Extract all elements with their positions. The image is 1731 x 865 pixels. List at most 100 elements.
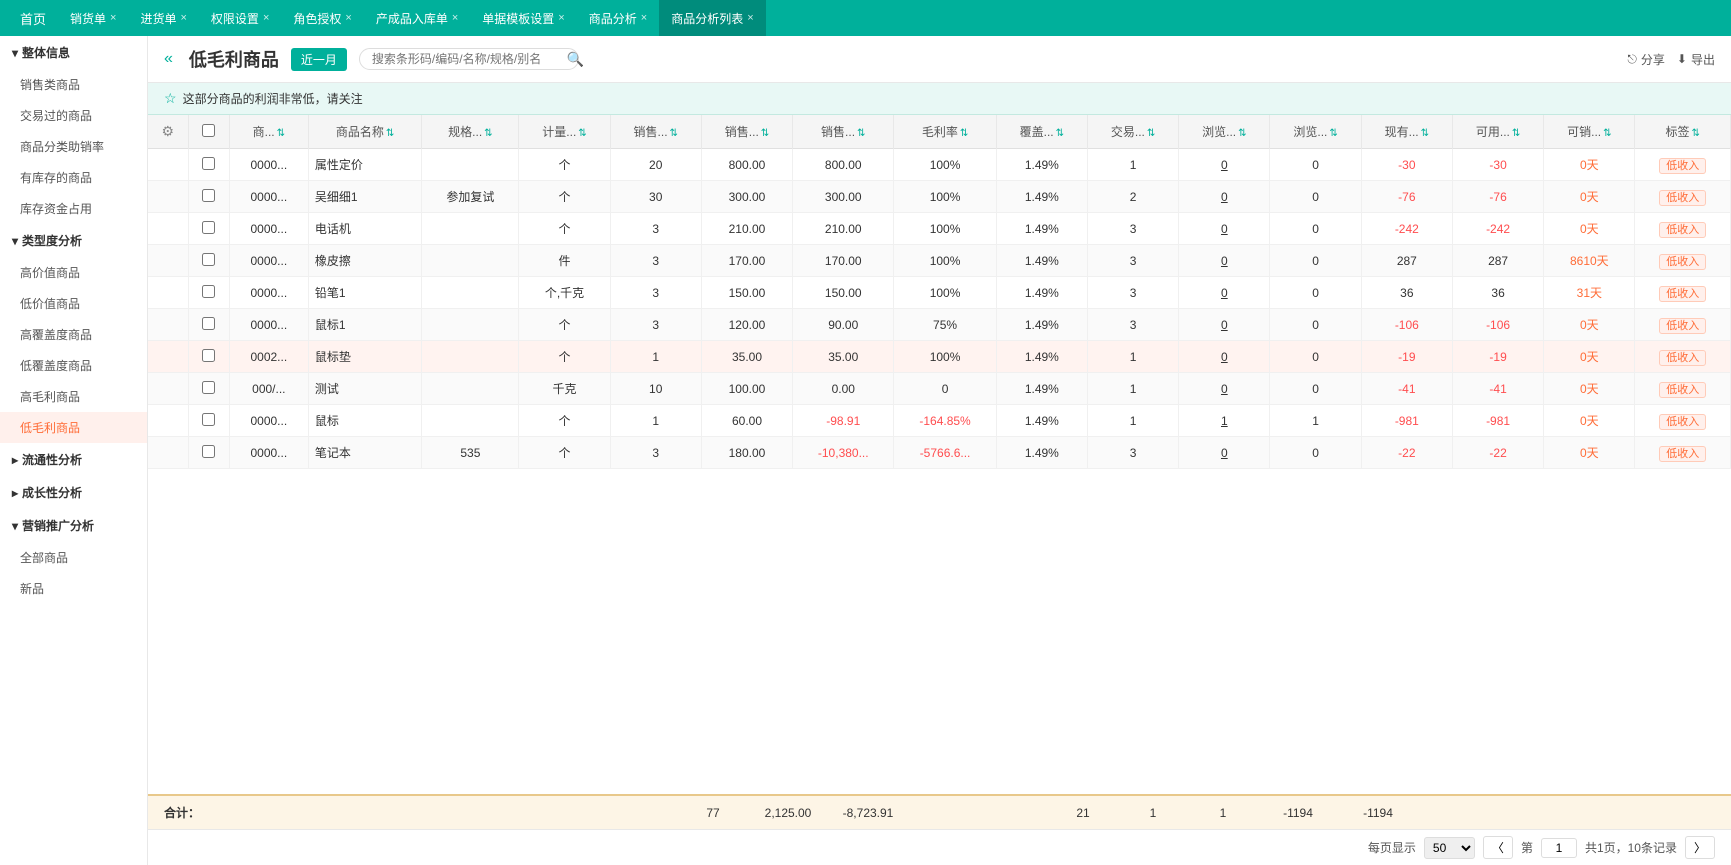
row-views1-link-4[interactable]: 0 <box>1221 286 1228 300</box>
row-views1-0[interactable]: 0 <box>1179 149 1270 181</box>
row-check-7[interactable] <box>202 381 215 394</box>
row-views1-link-1[interactable]: 0 <box>1221 190 1228 204</box>
code-col-header[interactable]: 商...⇅ <box>229 115 308 149</box>
row-checkbox-4[interactable] <box>188 277 229 309</box>
nav-sales[interactable]: 销货单 × <box>58 0 128 36</box>
row-name-3[interactable]: 橡皮擦 <box>308 245 422 277</box>
row-name-4[interactable]: 铅笔1 <box>308 277 422 309</box>
row-name-2[interactable]: 电话机 <box>308 213 422 245</box>
sort-name-icon[interactable]: ⇅ <box>386 128 394 139</box>
transactions-col-header[interactable]: 交易...⇅ <box>1087 115 1178 149</box>
row-checkbox-0[interactable] <box>188 149 229 181</box>
sales-qty-col-header[interactable]: 销售...⇅ <box>610 115 701 149</box>
row-name-7[interactable]: 测试 <box>308 373 422 405</box>
row-views1-link-7[interactable]: 0 <box>1221 382 1228 396</box>
row-views1-2[interactable]: 0 <box>1179 213 1270 245</box>
sort-current-icon[interactable]: ⇅ <box>1421 128 1429 139</box>
nav-roles-close[interactable]: × <box>345 12 351 24</box>
name-col-header[interactable]: 商品名称⇅ <box>308 115 422 149</box>
sort-spec-icon[interactable]: ⇅ <box>484 128 492 139</box>
sidebar-item-sales-products[interactable]: 销售类商品 <box>0 69 147 100</box>
coverage-col-header[interactable]: 覆盖...⇅ <box>996 115 1087 149</box>
sidebar-item-low-coverage[interactable]: 低覆盖度商品 <box>0 350 147 381</box>
nav-permissions[interactable]: 权限设置 × <box>199 0 281 36</box>
sidebar-group-marketing[interactable]: ▾ 营销推广分析 <box>0 509 147 542</box>
row-check-0[interactable] <box>202 157 215 170</box>
nav-purchase-close[interactable]: × <box>180 12 186 24</box>
search-button[interactable]: 🔍 <box>567 51 584 68</box>
row-views1-link-3[interactable]: 0 <box>1221 254 1228 268</box>
sidebar-item-traded[interactable]: 交易过的商品 <box>0 100 147 131</box>
sort-qty-icon[interactable]: ⇅ <box>670 128 678 139</box>
nav-analysis-list[interactable]: 商品分析列表 × <box>659 0 765 36</box>
row-checkbox-9[interactable] <box>188 437 229 469</box>
sort-views1-icon[interactable]: ⇅ <box>1238 128 1246 139</box>
row-views1-link-9[interactable]: 0 <box>1221 446 1228 460</box>
table-container[interactable]: ⚙ 商...⇅ 商品名称⇅ 规格...⇅ 计量...⇅ 销售...⇅ 销售...… <box>148 115 1731 794</box>
saleable-days-col-header[interactable]: 可销...⇅ <box>1544 115 1635 149</box>
current-stock-col-header[interactable]: 现有...⇅ <box>1361 115 1452 149</box>
gross-margin-col-header[interactable]: 毛利率⇅ <box>894 115 996 149</box>
settings-icon[interactable]: ⚙ <box>161 123 174 139</box>
checkbox-col-header[interactable] <box>188 115 229 149</box>
row-views1-6[interactable]: 0 <box>1179 341 1270 373</box>
sort-profit-icon[interactable]: ⇅ <box>857 128 865 139</box>
search-input[interactable] <box>359 48 579 70</box>
row-views1-4[interactable]: 0 <box>1179 277 1270 309</box>
sales-price-col-header[interactable]: 销售...⇅ <box>701 115 792 149</box>
row-name-1[interactable]: 吴细细1 <box>308 181 422 213</box>
row-views1-link-2[interactable]: 0 <box>1221 222 1228 236</box>
sort-days-icon[interactable]: ⇅ <box>1603 128 1611 139</box>
sidebar-item-high-value[interactable]: 高价值商品 <box>0 257 147 288</box>
row-checkbox-3[interactable] <box>188 245 229 277</box>
sidebar-item-category-rate[interactable]: 商品分类助销率 <box>0 131 147 162</box>
nav-purchase[interactable]: 进货单 × <box>128 0 198 36</box>
sort-tag-icon[interactable]: ⇅ <box>1692 128 1700 139</box>
row-check-5[interactable] <box>202 317 215 330</box>
row-checkbox-5[interactable] <box>188 309 229 341</box>
row-views1-5[interactable]: 0 <box>1179 309 1270 341</box>
row-check-2[interactable] <box>202 221 215 234</box>
row-checkbox-8[interactable] <box>188 405 229 437</box>
available-stock-col-header[interactable]: 可用...⇅ <box>1452 115 1543 149</box>
nav-templates-close[interactable]: × <box>558 12 564 24</box>
row-views1-link-0[interactable]: 0 <box>1221 158 1228 172</box>
row-name-5[interactable]: 鼠标1 <box>308 309 422 341</box>
nav-home[interactable]: 首页 <box>8 0 58 36</box>
row-check-4[interactable] <box>202 285 215 298</box>
nav-permissions-close[interactable]: × <box>263 12 269 24</box>
nav-analysis-close[interactable]: × <box>641 12 647 24</box>
row-views1-link-8[interactable]: 1 <box>1221 414 1228 428</box>
sidebar-item-high-margin[interactable]: 高毛利商品 <box>0 381 147 412</box>
sort-views2-icon[interactable]: ⇅ <box>1329 128 1337 139</box>
nav-sales-close[interactable]: × <box>110 12 116 24</box>
views1-col-header[interactable]: 浏览...⇅ <box>1179 115 1270 149</box>
settings-col-header[interactable]: ⚙ <box>148 115 188 149</box>
row-check-9[interactable] <box>202 445 215 458</box>
page-size-select[interactable]: 50 100 <box>1424 837 1475 859</box>
row-name-8[interactable]: 鼠标 <box>308 405 422 437</box>
nav-analysis-list-close[interactable]: × <box>747 12 753 24</box>
row-name-6[interactable]: 鼠标垫 <box>308 341 422 373</box>
sidebar-group-liquidity[interactable]: ▸ 流通性分析 <box>0 443 147 476</box>
prev-page-button[interactable]: 〈 <box>1483 836 1513 859</box>
row-check-8[interactable] <box>202 413 215 426</box>
row-check-1[interactable] <box>202 189 215 202</box>
sort-available-icon[interactable]: ⇅ <box>1512 128 1520 139</box>
period-button[interactable]: 近一月 <box>291 48 347 71</box>
sidebar-item-all-products[interactable]: 全部商品 <box>0 542 147 573</box>
row-name-9[interactable]: 笔记本 <box>308 437 422 469</box>
row-views1-3[interactable]: 0 <box>1179 245 1270 277</box>
page-number-input[interactable] <box>1541 838 1577 858</box>
row-checkbox-6[interactable] <box>188 341 229 373</box>
row-name-0[interactable]: 属性定价 <box>308 149 422 181</box>
sidebar-group-growth[interactable]: ▸ 成长性分析 <box>0 476 147 509</box>
sidebar-item-new-products[interactable]: 新品 <box>0 573 147 604</box>
row-views1-7[interactable]: 0 <box>1179 373 1270 405</box>
sidebar-collapse-btn[interactable]: « <box>164 50 173 68</box>
row-views1-9[interactable]: 0 <box>1179 437 1270 469</box>
tag-col-header[interactable]: 标签⇅ <box>1635 115 1731 149</box>
row-checkbox-2[interactable] <box>188 213 229 245</box>
share-button[interactable]: ⎋ 分享 <box>1627 51 1665 68</box>
row-views1-1[interactable]: 0 <box>1179 181 1270 213</box>
